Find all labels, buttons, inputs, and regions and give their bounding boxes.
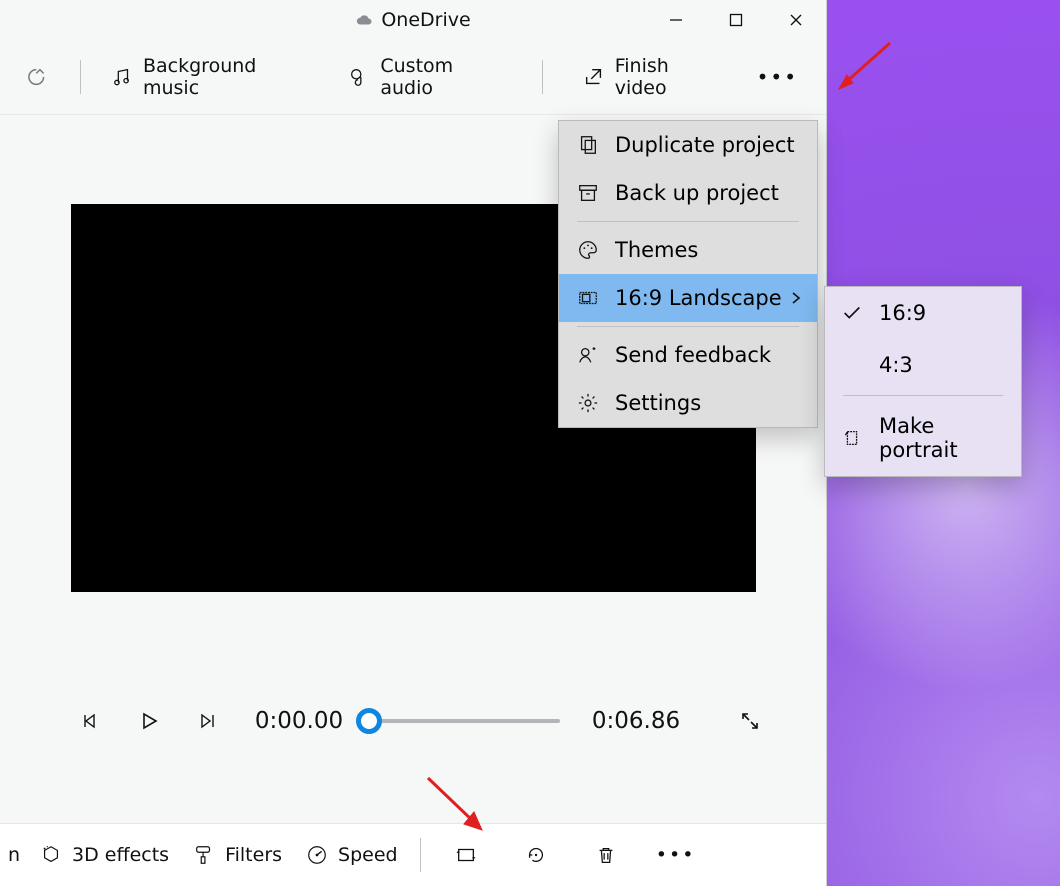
- more-menu-popup: Duplicate project Back up project Themes…: [558, 120, 818, 428]
- submenu-label: 4:3: [879, 353, 913, 377]
- play-button[interactable]: [133, 705, 165, 737]
- crop-button[interactable]: [431, 838, 501, 872]
- custom-audio-button[interactable]: Custom audio: [338, 49, 521, 105]
- chevron-right-icon: [789, 291, 803, 305]
- toolbar-separator: [420, 838, 421, 872]
- toolbar-separator: [80, 60, 81, 94]
- trash-icon: [595, 844, 617, 866]
- menu-label: Settings: [615, 391, 701, 415]
- onedrive-cloud-icon: [355, 14, 373, 26]
- delete-button[interactable]: [571, 838, 641, 872]
- current-time: 0:00.00: [249, 708, 349, 734]
- annotation-arrow-bottom: [420, 770, 490, 840]
- palette-icon: [577, 239, 599, 261]
- speed-label: Speed: [338, 844, 398, 866]
- aspect-option-16-9[interactable]: 16:9: [825, 287, 1021, 339]
- menu-label: Send feedback: [615, 343, 771, 367]
- transport-bar: 0:00.00 0:06.86: [75, 705, 766, 737]
- filters-label: Filters: [225, 844, 282, 866]
- window-controls: [646, 0, 826, 40]
- more-icon: •••: [757, 65, 798, 89]
- aspect-icon: [577, 287, 599, 309]
- custom-audio-label: Custom audio: [380, 55, 511, 99]
- background-music-button[interactable]: Background music: [101, 49, 328, 105]
- sparkle-cube-icon: [40, 844, 62, 866]
- menu-separator: [843, 395, 1003, 396]
- menu-send-feedback[interactable]: Send feedback: [559, 331, 817, 379]
- next-frame-button[interactable]: [191, 705, 223, 737]
- check-icon: [841, 302, 863, 324]
- submenu-label: Make portrait: [879, 414, 1005, 462]
- menu-backup-project[interactable]: Back up project: [559, 169, 817, 217]
- music-note-icon: [111, 66, 133, 88]
- clip-toolbar: n 3D effects Filters Speed: [0, 823, 826, 886]
- crop-icon: [455, 844, 477, 866]
- toolbar-separator: [542, 60, 543, 94]
- gauge-icon: [306, 844, 328, 866]
- filters-button[interactable]: Filters: [181, 838, 294, 872]
- expand-icon: [740, 711, 760, 731]
- next-frame-icon: [198, 712, 216, 730]
- 3d-effects-label: 3D effects: [72, 844, 169, 866]
- total-time: 0:06.86: [586, 708, 686, 734]
- finish-video-button[interactable]: Finish video: [573, 49, 737, 105]
- aspect-make-portrait[interactable]: Make portrait: [825, 400, 1021, 476]
- window-titlebar: OneDrive: [0, 0, 826, 40]
- window-title-text: OneDrive: [381, 9, 470, 31]
- aspect-submenu: 16:9 4:3 Make portrait: [824, 286, 1022, 477]
- background-music-label: Background music: [143, 55, 318, 99]
- seek-track: [375, 719, 560, 723]
- menu-aspect-ratio[interactable]: 16:9 Landscape: [559, 274, 817, 322]
- archive-icon: [577, 182, 599, 204]
- previous-frame-button[interactable]: [75, 705, 107, 737]
- seek-bar[interactable]: [375, 719, 560, 723]
- truncated-label: n: [8, 844, 28, 866]
- 3d-effects-button[interactable]: 3D effects: [28, 838, 181, 872]
- finish-video-label: Finish video: [615, 55, 727, 99]
- custom-audio-icon: [348, 66, 370, 88]
- menu-label: Duplicate project: [615, 133, 795, 157]
- more-icon: •••: [656, 844, 696, 866]
- more-options-button[interactable]: •••: [747, 59, 808, 95]
- fullscreen-button[interactable]: [734, 705, 766, 737]
- screenshot-stage: OneDrive Background mu: [0, 0, 1060, 886]
- menu-settings[interactable]: Settings: [559, 379, 817, 427]
- minimize-button[interactable]: [646, 0, 706, 40]
- menu-label: Back up project: [615, 181, 779, 205]
- rotate-portrait-icon: [841, 427, 863, 449]
- export-icon: [583, 66, 605, 88]
- menu-separator: [577, 326, 799, 327]
- clip-more-button[interactable]: •••: [641, 838, 711, 872]
- rotate-icon: [525, 844, 547, 866]
- menu-separator: [577, 221, 799, 222]
- rotate-button[interactable]: [501, 838, 571, 872]
- seek-handle[interactable]: [356, 708, 382, 734]
- paint-roller-icon: [193, 844, 215, 866]
- prev-frame-icon: [82, 712, 100, 730]
- gear-icon: [577, 392, 599, 414]
- duplicate-icon: [577, 134, 599, 156]
- editor-toolbar: Background music Custom audio Finish vid…: [0, 40, 826, 115]
- submenu-label: 16:9: [879, 301, 926, 325]
- maximize-button[interactable]: [706, 0, 766, 40]
- unchecked-space: [841, 354, 863, 376]
- close-button[interactable]: [766, 0, 826, 40]
- speed-button[interactable]: Speed: [294, 838, 410, 872]
- menu-label: 16:9 Landscape: [615, 286, 782, 310]
- menu-duplicate-project[interactable]: Duplicate project: [559, 121, 817, 169]
- redo-icon: [28, 66, 50, 88]
- aspect-option-4-3[interactable]: 4:3: [825, 339, 1021, 391]
- menu-themes[interactable]: Themes: [559, 226, 817, 274]
- feedback-icon: [577, 344, 599, 366]
- redo-button[interactable]: [18, 60, 60, 94]
- menu-label: Themes: [615, 238, 698, 262]
- play-icon: [139, 711, 159, 731]
- annotation-arrow-top: [835, 35, 895, 95]
